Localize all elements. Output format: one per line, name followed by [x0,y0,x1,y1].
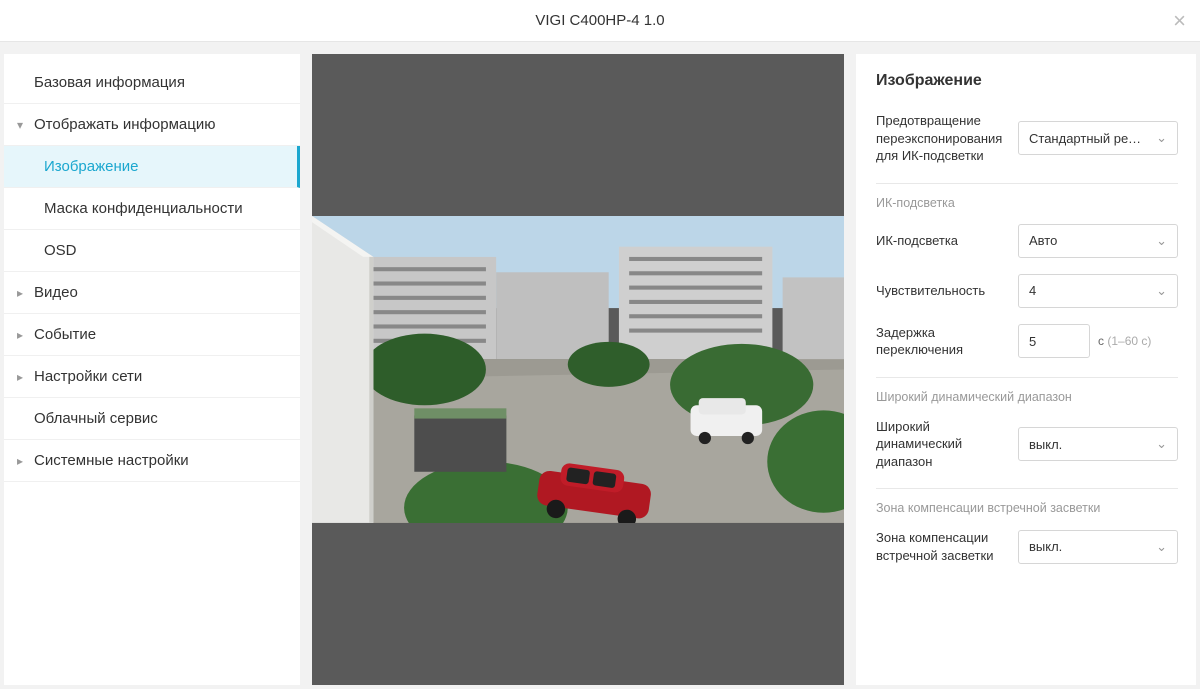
label-ir-mode: ИК-подсветка [876,232,1008,250]
row-sensitivity: Чувствительность 4 ⌄ [876,274,1178,308]
sidebar-item-label: Базовая информация [30,74,185,91]
main-layout: Базовая информация ▾ Отображать информац… [0,54,1200,689]
sidebar-item-label: Маска конфиденциальности [44,200,243,217]
chevron-right-icon: ▸ [10,286,30,300]
settings-panel: Изображение Предотвращение переэкспониро… [856,54,1196,685]
input-value: 5 [1029,334,1036,349]
chevron-right-icon: ▸ [10,454,30,468]
section-ir-heading: ИК-подсветка [876,183,1178,210]
chevron-down-icon: ⌄ [1156,436,1167,452]
chevron-down-icon: ⌄ [1156,283,1167,299]
row-overexposure: Предотвращение переэкспонирования для ИК… [876,112,1178,165]
sidebar-item-label: Облачный сервис [30,410,158,427]
select-value: выкл. [1029,437,1062,452]
sidebar-subitem-privacy-mask[interactable]: Маска конфиденциальности [4,188,300,230]
select-ir-mode[interactable]: Авто ⌄ [1018,224,1178,258]
header: VIGI C400HP-4 1.0 × [0,0,1200,42]
chevron-down-icon: ⌄ [1156,539,1167,555]
input-switch-delay[interactable]: 5 [1018,324,1090,358]
sidebar-item-display-info[interactable]: ▾ Отображать информацию [4,104,300,146]
row-wdr: Широкий динамический диапазон выкл. ⌄ [876,418,1178,471]
select-overexposure[interactable]: Стандартный режим ⌄ [1018,121,1178,155]
close-icon[interactable]: × [1173,8,1186,34]
page-title: VIGI C400HP-4 1.0 [535,12,664,29]
header-gap [0,42,1200,54]
sidebar-item-system[interactable]: ▸ Системные настройки [4,440,300,482]
section-blc-heading: Зона компенсации встречной засветки [876,488,1178,515]
select-blc[interactable]: выкл. ⌄ [1018,530,1178,564]
row-ir-mode: ИК-подсветка Авто ⌄ [876,224,1178,258]
select-wdr[interactable]: выкл. ⌄ [1018,427,1178,461]
sidebar-item-label: Настройки сети [30,368,142,385]
select-value: выкл. [1029,539,1062,554]
select-value: Авто [1029,233,1057,248]
label-wdr: Широкий динамический диапазон [876,418,1008,471]
section-wdr-heading: Широкий динамический диапазон [876,377,1178,404]
row-blc: Зона компенсации встречной засветки выкл… [876,529,1178,564]
chevron-right-icon: ▸ [10,370,30,384]
sidebar-item-cloud[interactable]: Облачный сервис [4,398,300,440]
sidebar-item-label: OSD [44,242,77,259]
chevron-down-icon: ⌄ [1156,130,1167,146]
sidebar-subitem-osd[interactable]: OSD [4,230,300,272]
sidebar-item-basic-info[interactable]: Базовая информация [4,62,300,104]
sidebar-item-label: Системные настройки [30,452,189,469]
label-sensitivity: Чувствительность [876,282,1008,300]
sidebar-item-label: Событие [30,326,96,343]
chevron-down-icon: ▾ [10,118,30,132]
sidebar-item-label: Отображать информацию [30,116,215,133]
settings-title: Изображение [876,72,1178,90]
chevron-right-icon: ▸ [10,328,30,342]
label-blc: Зона компенсации встречной засветки [876,529,1008,564]
video-preview [312,54,844,685]
select-sensitivity[interactable]: 4 ⌄ [1018,274,1178,308]
select-value: 4 [1029,283,1036,298]
chevron-down-icon: ⌄ [1156,233,1167,249]
sidebar: Базовая информация ▾ Отображать информац… [4,54,300,685]
camera-feed-placeholder [312,216,844,523]
sidebar-item-network[interactable]: ▸ Настройки сети [4,356,300,398]
sidebar-item-event[interactable]: ▸ Событие [4,314,300,356]
sidebar-item-label: Видео [30,284,78,301]
sidebar-subitem-image[interactable]: Изображение [4,146,300,188]
select-value: Стандартный режим [1029,131,1148,146]
hint-unit: с (1–60 с) [1098,334,1151,348]
label-overexposure: Предотвращение переэкспонирования для ИК… [876,112,1008,165]
row-switch-delay: Задержка переключения 5 с (1–60 с) [876,324,1178,359]
label-switch-delay: Задержка переключения [876,324,1008,359]
sidebar-item-label: Изображение [44,158,139,175]
sidebar-item-video[interactable]: ▸ Видео [4,272,300,314]
